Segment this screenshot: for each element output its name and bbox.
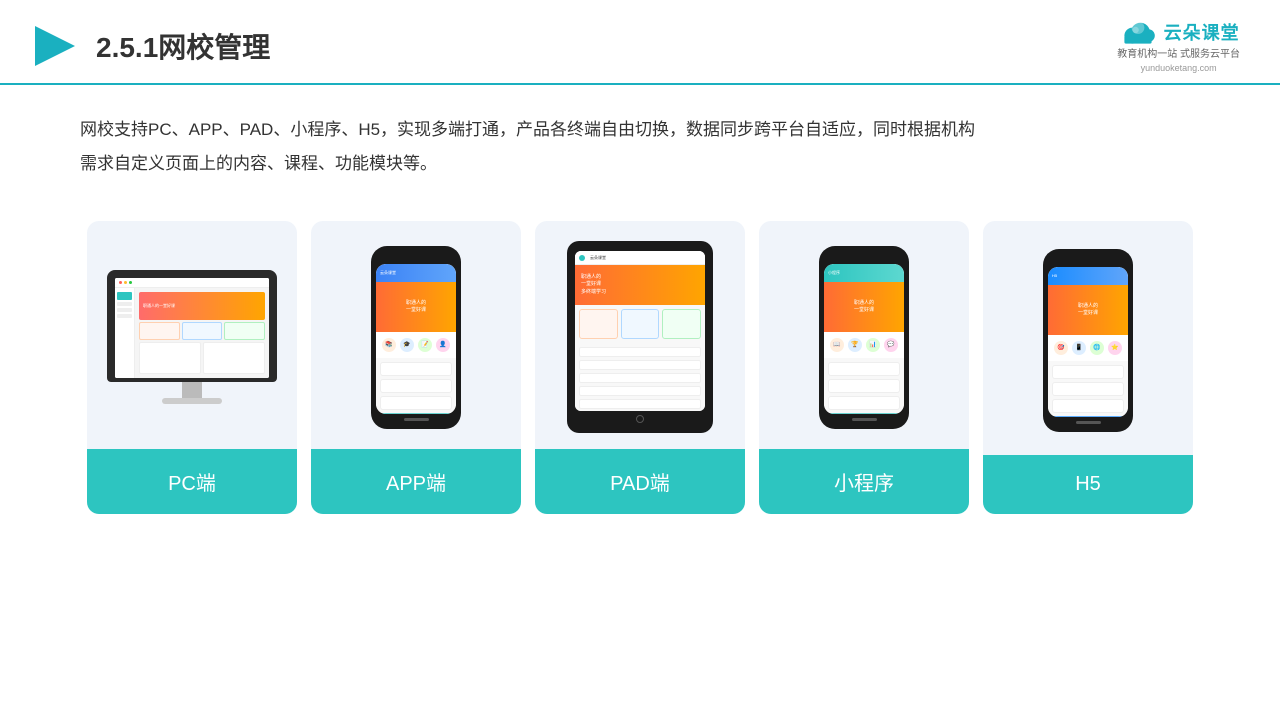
phone-mockup-app: 云朵课堂 职通人的一堂好课 📚 🎓 📝 👤: [371, 246, 461, 429]
card-image-pad: 云朵课堂 职通人的一堂好课多终端学习: [535, 221, 745, 449]
pc-monitor-icon: 职通人的一堂好课: [107, 270, 277, 404]
card-label-app: APP端: [311, 449, 521, 514]
card-miniapp: 小程序 职通人的一堂好课 📖 🏆 📊 💬: [759, 221, 969, 514]
play-icon: [30, 21, 80, 71]
card-pc: 职通人的一堂好课: [87, 221, 297, 514]
description-line1: 网校支持PC、APP、PAD、小程序、H5，实现多端打通，产品各终端自由切换，数…: [80, 113, 1200, 147]
card-image-pc: 职通人的一堂好课: [87, 221, 297, 449]
header-left: 2.5.1网校管理: [30, 21, 270, 71]
header: 2.5.1网校管理 云朵课堂 教育机构一站 式服务云平台 yunduoketan…: [0, 0, 1280, 85]
page-title: 2.5.1网校管理: [96, 26, 270, 66]
logo-tagline: 教育机构一站 式服务云平台: [1117, 48, 1240, 62]
card-app: 云朵课堂 职通人的一堂好课 📚 🎓 📝 👤: [311, 221, 521, 514]
cards-container: 职通人的一堂好课: [0, 191, 1280, 534]
card-label-pad: PAD端: [535, 449, 745, 514]
phone-mockup-h5: H5 职通人的一堂好课 🎯 📱 🌐 ⭐: [1043, 249, 1133, 432]
logo-tagline-line1: 教育机构一站: [1117, 49, 1177, 60]
logo-url: yunduoketang.com: [1141, 63, 1217, 73]
logo-area: 云朵课堂 教育机构一站 式服务云平台 yunduoketang.com: [1117, 18, 1240, 73]
card-image-app: 云朵课堂 职通人的一堂好课 📚 🎓 📝 👤: [311, 221, 521, 449]
card-label-pc: PC端: [87, 449, 297, 514]
description-line2: 需求自定义页面上的内容、课程、功能模块等。: [80, 147, 1200, 181]
pad-mockup-icon: 云朵课堂 职通人的一堂好课多终端学习: [567, 241, 713, 433]
phone-mockup-miniapp: 小程序 职通人的一堂好课 📖 🏆 📊 💬: [819, 246, 909, 429]
description: 网校支持PC、APP、PAD、小程序、H5，实现多端打通，产品各终端自由切换，数…: [0, 85, 1280, 191]
card-label-miniapp: 小程序: [759, 449, 969, 514]
logo-cloud: 云朵课堂: [1118, 18, 1240, 46]
cloud-icon: [1118, 18, 1158, 46]
card-pad: 云朵课堂 职通人的一堂好课多终端学习: [535, 221, 745, 514]
logo-text: 云朵课堂: [1164, 19, 1240, 45]
card-image-miniapp: 小程序 职通人的一堂好课 📖 🏆 📊 💬: [759, 221, 969, 449]
card-label-h5: H5: [983, 455, 1193, 514]
card-image-h5: H5 职通人的一堂好课 🎯 📱 🌐 ⭐: [983, 221, 1193, 455]
logo-tagline-line2: 式服务云平台: [1180, 49, 1240, 60]
card-h5: H5 职通人的一堂好课 🎯 📱 🌐 ⭐: [983, 221, 1193, 514]
